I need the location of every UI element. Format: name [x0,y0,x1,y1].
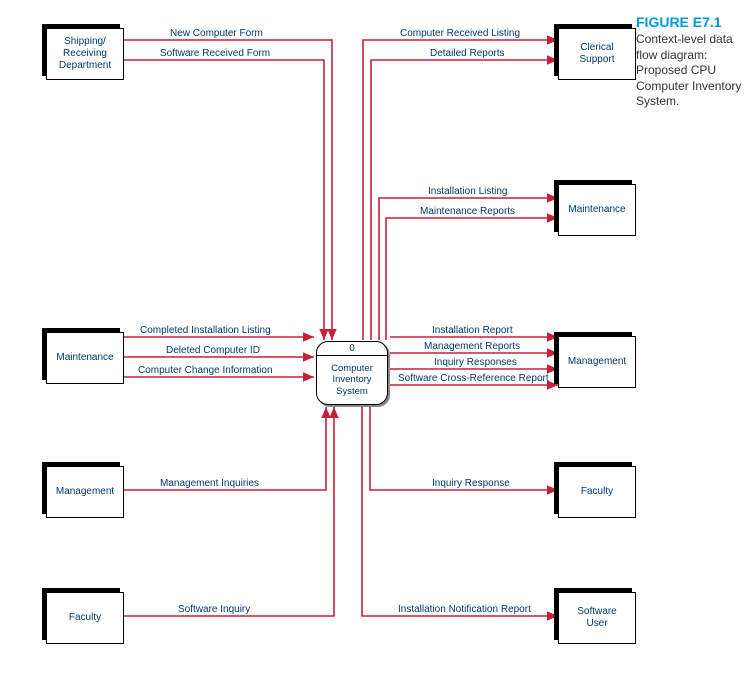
entity-faculty-right: Faculty [558,466,636,518]
flow-software-received-form: Software Received Form [160,48,270,59]
entity-software-user: SoftwareUser [558,592,636,644]
flow-computer-change-information: Computer Change Information [138,365,273,376]
entity-maintenance-right: Maintenance [558,184,636,236]
flow-completed-installation-listing: Completed Installation Listing [140,325,271,336]
flow-installation-report: Installation Report [432,325,513,336]
flow-new-computer-form: New Computer Form [170,28,263,39]
flow-detailed-reports: Detailed Reports [430,48,504,59]
entity-faculty-left: Faculty [46,592,124,644]
entity-management-right: Management [558,336,636,388]
process-computer-inventory-system: 0 Computer Inventory System [316,341,388,405]
process-number: 0 [317,342,387,356]
entity-maintenance-left: Maintenance [46,332,124,384]
figure-number: FIGURE E7.1 [636,14,722,30]
flow-deleted-computer-id: Deleted Computer ID [166,345,260,356]
entity-management-left: Management [46,466,124,518]
flow-software-cross-reference-report: Software Cross-Reference Report [398,373,549,384]
figure-caption: Context-level data flow diagram: Propose… [636,32,748,110]
flow-computer-received-listing: Computer Received Listing [400,28,520,39]
flow-installation-listing: Installation Listing [428,186,508,197]
flow-installation-notification-report: Installation Notification Report [398,604,531,615]
flow-software-inquiry: Software Inquiry [178,604,250,615]
flow-inquiry-response: Inquiry Response [432,478,510,489]
flow-management-reports: Management Reports [424,341,520,352]
process-label: Computer Inventory System [317,356,387,404]
flow-maintenance-reports: Maintenance Reports [420,206,515,217]
flow-inquiry-responses: Inquiry Responses [434,357,517,368]
flow-management-inquiries: Management Inquiries [160,478,259,489]
entity-clerical-support: ClericalSupport [558,28,636,80]
entity-shipping-receiving: Shipping/ReceivingDepartment [46,28,124,80]
